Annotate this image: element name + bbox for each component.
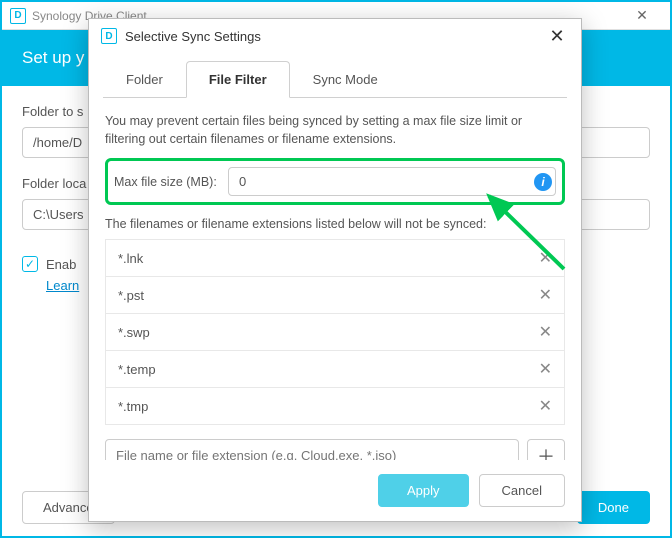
max-file-size-label: Max file size (MB): <box>114 175 224 189</box>
remove-icon[interactable]: ✕ <box>539 396 552 416</box>
list-item: *.temp ✕ <box>105 351 565 388</box>
plus-icon: ＋ <box>537 443 555 460</box>
info-icon[interactable]: i <box>534 173 552 191</box>
extension-text: *.swp <box>118 325 150 340</box>
tab-file-filter[interactable]: File Filter <box>186 61 290 98</box>
app-icon: D <box>101 28 117 44</box>
extension-list: *.lnk ✕ *.pst ✕ *.swp ✕ *.temp ✕ *.tmp ✕ <box>105 239 565 425</box>
extension-text: *.tmp <box>118 399 148 414</box>
list-item: *.tmp ✕ <box>105 388 565 425</box>
add-extension-input[interactable] <box>105 439 519 460</box>
remove-icon[interactable]: ✕ <box>539 322 552 342</box>
remove-icon[interactable]: ✕ <box>539 359 552 379</box>
extension-text: *.temp <box>118 362 156 377</box>
list-item: *.lnk ✕ <box>105 240 565 277</box>
tab-sync-mode[interactable]: Sync Mode <box>290 61 401 98</box>
selective-sync-dialog: D Selective Sync Settings ✕ Folder File … <box>88 18 582 522</box>
max-file-size-row: Max file size (MB): i <box>105 158 565 205</box>
list-item: *.swp ✕ <box>105 314 565 351</box>
list-item: *.pst ✕ <box>105 277 565 314</box>
extension-text: *.lnk <box>118 251 143 266</box>
add-extension-button[interactable]: ＋ <box>527 439 565 460</box>
extension-text: *.pst <box>118 288 144 303</box>
apply-button[interactable]: Apply <box>378 474 469 507</box>
max-file-size-input[interactable] <box>228 167 556 196</box>
remove-icon[interactable]: ✕ <box>539 248 552 268</box>
tab-folder[interactable]: Folder <box>103 61 186 98</box>
done-button[interactable]: Done <box>577 491 650 524</box>
window-close-button[interactable]: ✕ <box>622 4 662 28</box>
close-icon[interactable]: ✕ <box>545 26 569 47</box>
remove-icon[interactable]: ✕ <box>539 285 552 305</box>
learn-more-link[interactable]: Learn <box>46 278 79 293</box>
dialog-title: Selective Sync Settings <box>125 29 545 44</box>
enable-checkbox[interactable]: ✓ <box>22 256 38 272</box>
cancel-button[interactable]: Cancel <box>479 474 565 507</box>
app-icon: D <box>10 8 26 24</box>
dialog-titlebar: D Selective Sync Settings ✕ <box>89 19 581 53</box>
extension-list-label: The filenames or filename extensions lis… <box>105 217 565 231</box>
enable-label: Enab <box>46 257 76 272</box>
help-text: You may prevent certain files being sync… <box>105 112 565 148</box>
tab-bar: Folder File Filter Sync Mode <box>103 61 567 98</box>
